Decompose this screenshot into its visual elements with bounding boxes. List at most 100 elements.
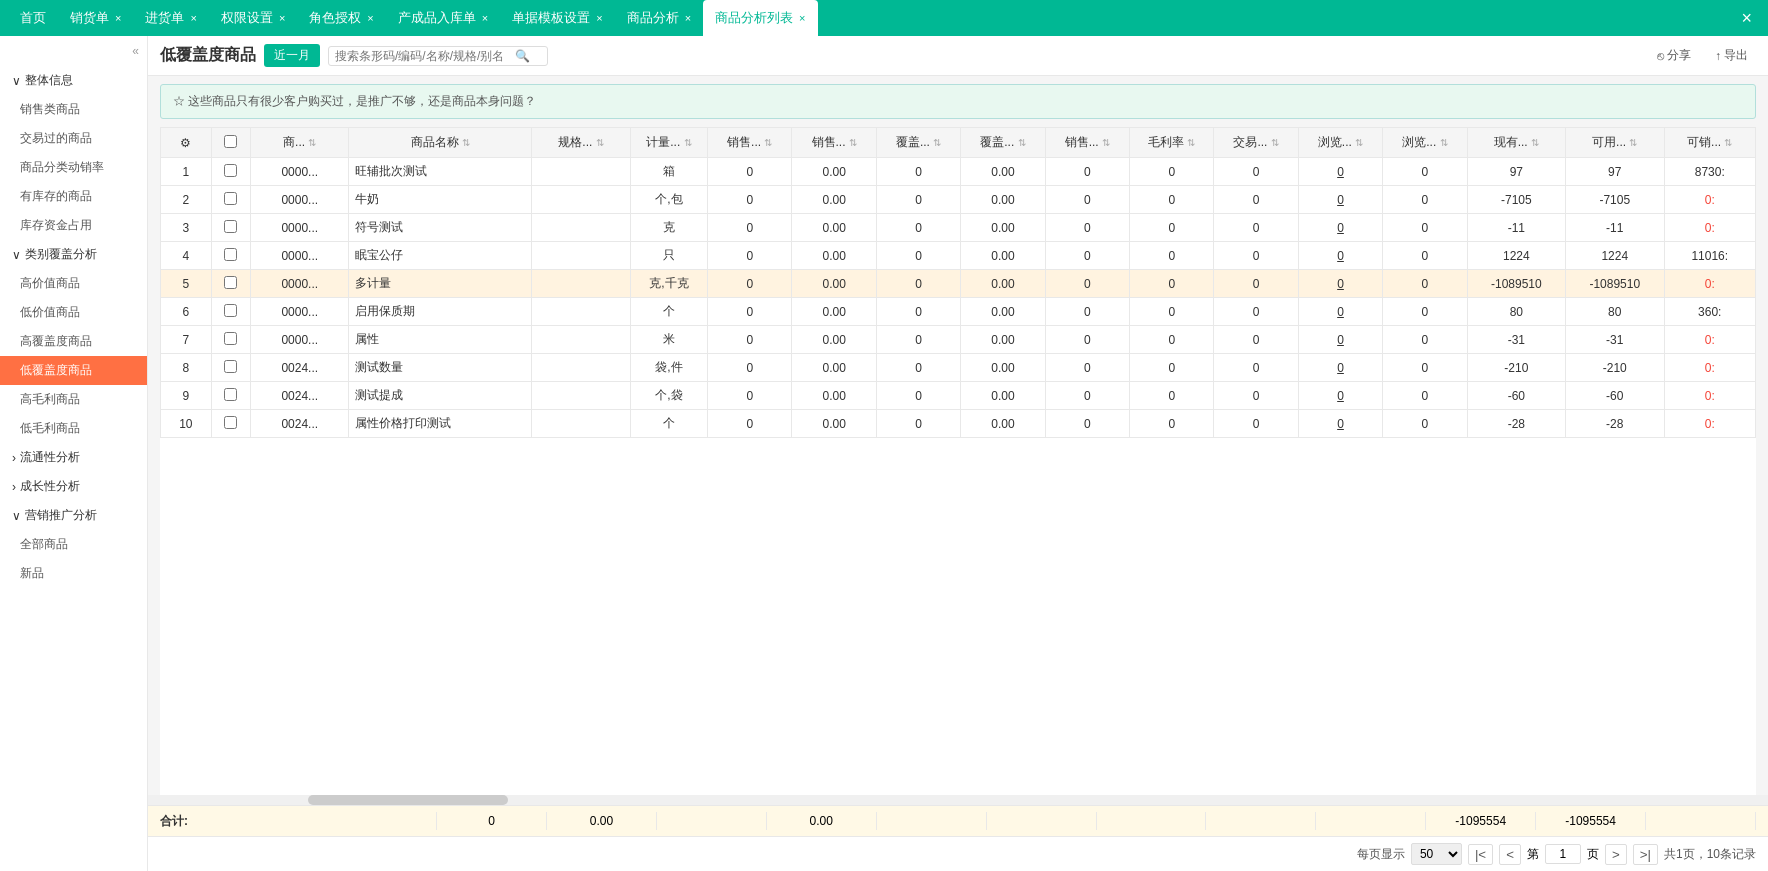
row-checkbox[interactable] — [211, 186, 250, 214]
sidebar-item-low-margin[interactable]: 低毛利商品 — [0, 414, 147, 443]
chevron-down-icon: ∨ — [12, 74, 21, 88]
col-header-trade[interactable]: 交易... ⇅ — [1214, 128, 1298, 158]
nav-template-settings[interactable]: 单据模板设置 × — [500, 0, 614, 36]
row-browse1[interactable]: 0 — [1298, 242, 1382, 270]
select-all-checkbox[interactable] — [224, 135, 237, 148]
row-browse1[interactable]: 0 — [1298, 158, 1382, 186]
search-input[interactable] — [335, 49, 515, 63]
sidebar-item-low-value[interactable]: 低价值商品 — [0, 298, 147, 327]
close-icon[interactable]: × — [596, 0, 602, 36]
row-gross: 0 — [1130, 298, 1214, 326]
export-button[interactable]: ↑ 导出 — [1707, 44, 1756, 67]
row-browse1[interactable]: 0 — [1298, 270, 1382, 298]
sidebar-group-growth[interactable]: › 成长性分析 — [0, 472, 147, 501]
share-button[interactable]: ⎋ 分享 — [1649, 44, 1699, 67]
last-page-button[interactable]: >| — [1633, 844, 1658, 865]
nav-close-all[interactable]: × — [1733, 8, 1760, 29]
sidebar-item-in-stock[interactable]: 有库存的商品 — [0, 182, 147, 211]
row-gross: 0 — [1130, 354, 1214, 382]
prev-page-button[interactable]: < — [1499, 844, 1521, 865]
row-browse1[interactable]: 0 — [1298, 382, 1382, 410]
nav-product-inbound[interactable]: 产成品入库单 × — [386, 0, 500, 36]
col-header-cover1[interactable]: 覆盖... ⇅ — [876, 128, 960, 158]
nav-product-analysis-list[interactable]: 商品分析列表 × — [703, 0, 817, 36]
row-checkbox[interactable] — [211, 354, 250, 382]
col-header-sellable[interactable]: 可销... ⇅ — [1664, 128, 1755, 158]
close-icon[interactable]: × — [799, 0, 805, 36]
next-page-button[interactable]: > — [1605, 844, 1627, 865]
row-checkbox[interactable] — [211, 410, 250, 438]
sidebar-item-category-turnover[interactable]: 商品分类动销率 — [0, 153, 147, 182]
col-header-checkbox[interactable] — [211, 128, 250, 158]
first-page-button[interactable]: |< — [1468, 844, 1493, 865]
row-checkbox[interactable] — [211, 214, 250, 242]
sidebar-item-high-margin[interactable]: 高毛利商品 — [0, 385, 147, 414]
col-header-code[interactable]: 商... ⇅ — [251, 128, 349, 158]
row-sellable: 11016: — [1664, 242, 1755, 270]
col-header-spec[interactable]: 规格... ⇅ — [532, 128, 630, 158]
row-checkbox[interactable] — [211, 298, 250, 326]
row-checkbox[interactable] — [211, 326, 250, 354]
nav-product-analysis[interactable]: 商品分析 × — [615, 0, 703, 36]
row-name: 牛奶 — [349, 186, 532, 214]
col-header-sales2[interactable]: 销售... ⇅ — [1045, 128, 1129, 158]
row-gross: 0 — [1130, 158, 1214, 186]
col-header-browse2[interactable]: 浏览... ⇅ — [1383, 128, 1467, 158]
row-checkbox[interactable] — [211, 242, 250, 270]
time-filter-button[interactable]: 近一月 — [264, 44, 320, 67]
row-sales-qty: 0 — [708, 298, 792, 326]
col-header-unit[interactable]: 计量... ⇅ — [630, 128, 707, 158]
sidebar-group-marketing[interactable]: ∨ 营销推广分析 — [0, 501, 147, 530]
page-number-input[interactable] — [1545, 844, 1581, 864]
row-browse1[interactable]: 0 — [1298, 326, 1382, 354]
nav-permissions[interactable]: 权限设置 × — [209, 0, 297, 36]
row-browse1[interactable]: 0 — [1298, 354, 1382, 382]
col-header-gross[interactable]: 毛利率 ⇅ — [1130, 128, 1214, 158]
close-icon[interactable]: × — [685, 0, 691, 36]
row-browse1[interactable]: 0 — [1298, 410, 1382, 438]
col-header-cover2[interactable]: 覆盖... ⇅ — [961, 128, 1045, 158]
close-icon[interactable]: × — [482, 0, 488, 36]
sidebar-collapse-button[interactable]: « — [0, 36, 147, 66]
sidebar-group-overall[interactable]: ∨ 整体信息 — [0, 66, 147, 95]
col-header-name[interactable]: 商品名称 ⇅ — [349, 128, 532, 158]
page-size-select[interactable]: 50 100 — [1411, 843, 1462, 865]
row-browse1[interactable]: 0 — [1298, 214, 1382, 242]
col-header-settings[interactable]: ⚙ — [161, 128, 212, 158]
scrollbar-thumb[interactable] — [308, 795, 508, 805]
footer-sales-qty: 0 — [437, 812, 547, 830]
sidebar-item-inventory-capital[interactable]: 库存资金占用 — [0, 211, 147, 240]
nav-sales-order[interactable]: 销货单 × — [58, 0, 133, 36]
sidebar-item-sales-products[interactable]: 销售类商品 — [0, 95, 147, 124]
close-icon[interactable]: × — [115, 0, 121, 36]
close-icon[interactable]: × — [367, 0, 373, 36]
nav-role-auth[interactable]: 角色授权 × — [297, 0, 385, 36]
col-header-sales-amt[interactable]: 销售... ⇅ — [792, 128, 876, 158]
sidebar-item-all-products[interactable]: 全部商品 — [0, 530, 147, 559]
sidebar-group-liquidity[interactable]: › 流通性分析 — [0, 443, 147, 472]
sidebar-item-high-value[interactable]: 高价值商品 — [0, 269, 147, 298]
sidebar-group-coverage[interactable]: ∨ 类别覆盖分析 — [0, 240, 147, 269]
close-icon[interactable]: × — [190, 0, 196, 36]
row-browse1[interactable]: 0 — [1298, 298, 1382, 326]
col-header-avail[interactable]: 可用... ⇅ — [1566, 128, 1664, 158]
nav-purchase-order[interactable]: 进货单 × — [133, 0, 208, 36]
row-sales-qty: 0 — [708, 242, 792, 270]
row-checkbox[interactable] — [211, 158, 250, 186]
row-gross: 0 — [1130, 242, 1214, 270]
horizontal-scrollbar[interactable] — [148, 795, 1768, 805]
sidebar-item-low-coverage[interactable]: 低覆盖度商品 — [0, 356, 147, 385]
nav-home[interactable]: 首页 — [8, 0, 58, 36]
sidebar-item-new-products[interactable]: 新品 — [0, 559, 147, 588]
sidebar-item-high-coverage[interactable]: 高覆盖度商品 — [0, 327, 147, 356]
row-checkbox[interactable] — [211, 382, 250, 410]
row-checkbox[interactable] — [211, 270, 250, 298]
table-row: 10 0024... 属性价格打印测试 个 0 0.00 0 0.00 0 0 … — [161, 410, 1756, 438]
sidebar-item-traded-products[interactable]: 交易过的商品 — [0, 124, 147, 153]
col-header-browse1[interactable]: 浏览... ⇅ — [1298, 128, 1382, 158]
search-icon[interactable]: 🔍 — [515, 49, 530, 63]
row-browse1[interactable]: 0 — [1298, 186, 1382, 214]
col-header-sales-qty[interactable]: 销售... ⇅ — [708, 128, 792, 158]
col-header-curr[interactable]: 现有... ⇅ — [1467, 128, 1565, 158]
close-icon[interactable]: × — [279, 0, 285, 36]
